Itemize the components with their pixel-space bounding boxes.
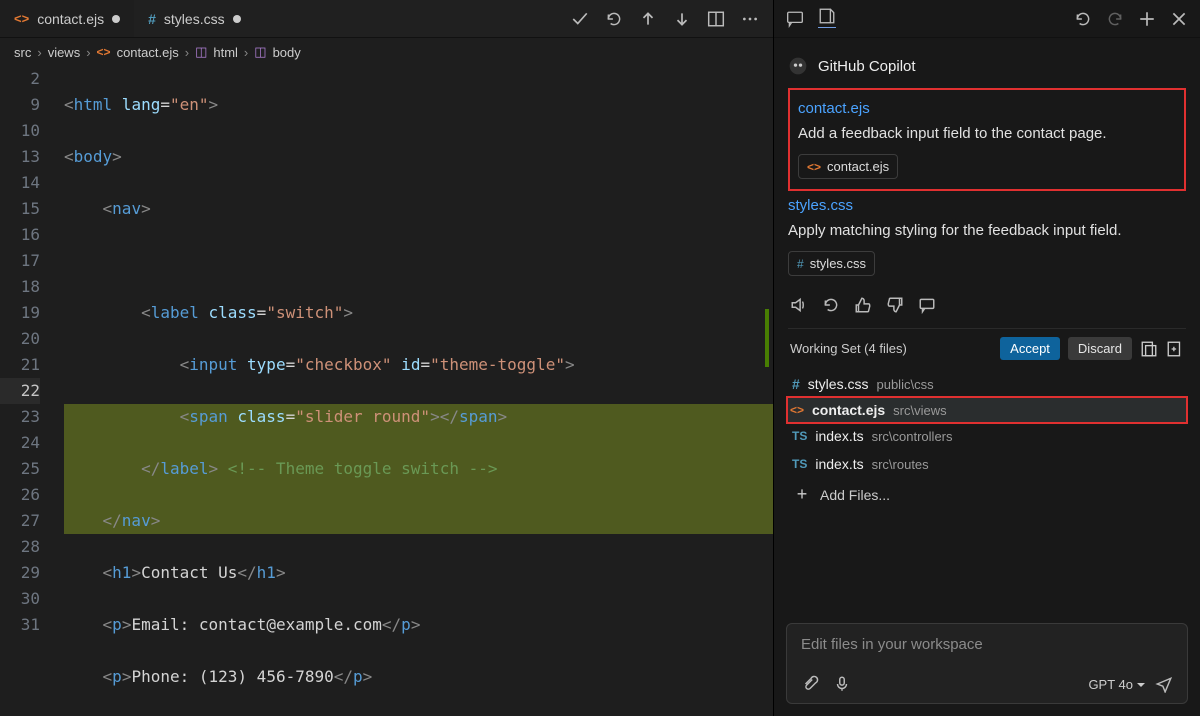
speaker-icon[interactable] (790, 296, 808, 314)
redo-icon[interactable] (1106, 10, 1124, 28)
panel-title: GitHub Copilot (818, 58, 916, 75)
working-set-header: Working Set (4 files) Accept Discard (788, 328, 1186, 368)
file-link[interactable]: styles.css (788, 197, 1186, 214)
element-icon: ◫ (254, 44, 266, 60)
arrow-up-icon[interactable] (639, 10, 657, 28)
comment-icon[interactable] (918, 296, 936, 314)
new-icon[interactable] (1138, 10, 1156, 28)
layout-icon[interactable] (1140, 340, 1158, 358)
file-chip[interactable]: <>contact.ejs (798, 154, 898, 179)
ws-item-styles[interactable]: # styles.css public\css (788, 370, 1186, 398)
tab-bar: <> contact.ejs # styles.css (0, 0, 773, 38)
breadcrumb[interactable]: src› views› <> contact.ejs› ◫ html› ◫ bo… (0, 38, 773, 66)
file-icon-ejs: <> (790, 403, 804, 417)
file-icon-css: # (148, 11, 156, 27)
file-icon: <> (97, 45, 111, 59)
add-files-button[interactable]: + Add Files... (788, 478, 1186, 511)
chat-icon[interactable] (786, 10, 804, 28)
breadcrumb-item[interactable]: body (273, 45, 301, 60)
add-file-icon[interactable] (1166, 340, 1184, 358)
working-set-label: Working Set (4 files) (790, 341, 907, 356)
copilot-avatar-icon (788, 56, 808, 76)
minimap-marker (765, 309, 769, 367)
file-icon-ejs: <> (14, 11, 29, 26)
chat-input[interactable]: Edit files in your workspace GPT 4o (786, 623, 1188, 704)
arrow-down-icon[interactable] (673, 10, 691, 28)
ws-item-contact[interactable]: <> contact.ejs src\views (786, 396, 1188, 424)
suggestion-text: Apply matching styling for the feedback … (788, 220, 1186, 241)
suggestion-block-contact: contact.ejs Add a feedback input field t… (788, 88, 1186, 191)
undo-icon[interactable] (605, 10, 623, 28)
chat-placeholder: Edit files in your workspace (787, 624, 1187, 665)
file-icon-ts: TS (792, 429, 807, 443)
code-lines[interactable]: <html lang="en"> <body> <nav> <label cla… (64, 66, 773, 716)
thumbs-down-icon[interactable] (886, 296, 904, 314)
tab-styles-css[interactable]: # styles.css (134, 0, 254, 37)
model-picker[interactable]: GPT 4o (1088, 677, 1145, 692)
dirty-indicator-icon (112, 15, 120, 23)
file-link[interactable]: contact.ejs (798, 100, 1176, 117)
breadcrumb-item[interactable]: src (14, 45, 31, 60)
panel-toolbar (774, 0, 1200, 38)
working-set-list: # styles.css public\css <> contact.ejs s… (788, 368, 1186, 523)
discard-button[interactable]: Discard (1068, 337, 1132, 360)
editor-pane: <> contact.ejs # styles.css src› views› (0, 0, 773, 716)
breadcrumb-item[interactable]: contact.ejs (117, 45, 179, 60)
close-icon[interactable] (1170, 10, 1188, 28)
retry-icon[interactable] (822, 296, 840, 314)
feedback-row (788, 292, 1186, 328)
thumbs-up-icon[interactable] (854, 296, 872, 314)
accept-button[interactable]: Accept (1000, 337, 1060, 360)
more-icon[interactable] (741, 10, 759, 28)
suggestion-block-styles: styles.css Apply matching styling for th… (788, 197, 1186, 276)
tab-contact-ejs[interactable]: <> contact.ejs (0, 0, 134, 37)
dirty-indicator-icon (233, 15, 241, 23)
copilot-panel: GitHub Copilot contact.ejs Add a feedbac… (773, 0, 1200, 716)
plus-icon: + (792, 484, 812, 505)
file-icon-ts: TS (792, 457, 807, 471)
split-editor-icon[interactable] (707, 10, 725, 28)
element-icon: ◫ (195, 44, 207, 60)
undo-icon[interactable] (1074, 10, 1092, 28)
breadcrumb-item[interactable]: html (213, 45, 238, 60)
line-gutter: 2910131415161718192021222324252627282930… (0, 66, 64, 716)
file-icon-css: # (792, 376, 800, 392)
ws-item-index-controllers[interactable]: TS index.ts src\controllers (788, 422, 1186, 450)
tab-label: styles.css (164, 11, 225, 27)
copilot-edits-icon[interactable] (818, 10, 836, 28)
code-editor[interactable]: 2910131415161718192021222324252627282930… (0, 66, 773, 716)
file-chip[interactable]: #styles.css (788, 251, 875, 276)
attach-icon[interactable] (801, 675, 819, 693)
ws-item-index-routes[interactable]: TS index.ts src\routes (788, 450, 1186, 478)
suggestion-text: Add a feedback input field to the contac… (798, 123, 1176, 144)
accept-icon[interactable] (571, 10, 589, 28)
mic-icon[interactable] (833, 675, 851, 693)
send-icon[interactable] (1155, 675, 1173, 693)
tab-label: contact.ejs (37, 11, 104, 27)
breadcrumb-item[interactable]: views (48, 45, 81, 60)
